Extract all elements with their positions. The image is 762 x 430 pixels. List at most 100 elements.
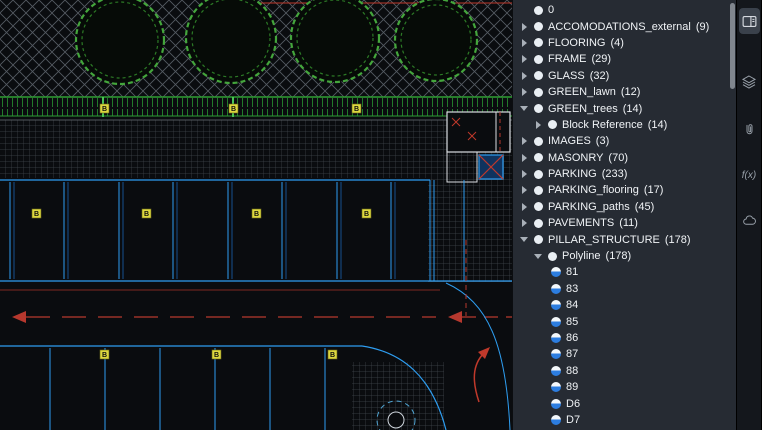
chevron-right-icon[interactable] xyxy=(519,185,529,195)
layer-icon xyxy=(534,235,543,245)
tree-item[interactable]: GLASS (32) xyxy=(513,68,736,84)
tree-item[interactable]: PARKING (233) xyxy=(513,166,736,182)
chevron-down-icon[interactable] xyxy=(533,251,543,261)
tree-item-label: FRAME xyxy=(548,53,587,66)
tree-item[interactable]: Polyline (178) xyxy=(513,248,736,264)
function-icon: f(x) xyxy=(741,170,757,181)
marker-label: B xyxy=(364,211,369,218)
layer-icon xyxy=(534,71,543,81)
tree-item-label: PARKING_paths xyxy=(548,200,630,213)
tree-item[interactable]: GREEN_trees (14) xyxy=(513,100,736,116)
tree-item-label: 81 xyxy=(566,266,579,279)
tree-item-count: (14) xyxy=(622,102,643,115)
tree-item-label: D6 xyxy=(566,397,581,410)
chevron-right-icon[interactable] xyxy=(519,38,529,48)
tree-item[interactable]: Block Reference (14) xyxy=(513,117,736,133)
tree-item[interactable]: 84 xyxy=(513,297,736,313)
layer-tree[interactable]: 0 ACCOMODATIONS_external (9) FLOORING (4) … xyxy=(513,0,736,430)
block-reference-icon xyxy=(548,120,557,130)
tree-item[interactable]: FRAME (29) xyxy=(513,51,736,67)
tree-item-count: (178) xyxy=(605,250,632,263)
tree-item[interactable]: 86 xyxy=(513,330,736,346)
tree-item-label: Block Reference xyxy=(562,118,643,131)
tree-item[interactable]: 81 xyxy=(513,264,736,280)
tree-item-label: 83 xyxy=(566,282,579,295)
tree-item[interactable]: 83 xyxy=(513,281,736,297)
chevron-right-icon[interactable] xyxy=(519,71,529,81)
tree-item[interactable]: 88 xyxy=(513,363,736,379)
tree-item-label: PAVEMENTS xyxy=(548,217,615,230)
tree-item[interactable]: 89 xyxy=(513,379,736,395)
tree-item[interactable]: D7 xyxy=(513,412,736,428)
layer-icon xyxy=(534,136,543,146)
tree-item-label: GLASS xyxy=(548,69,585,82)
cloud-button[interactable] xyxy=(741,213,758,228)
tree-item-label: 87 xyxy=(566,348,579,361)
tree-item[interactable]: PARKING_flooring (17) xyxy=(513,182,736,198)
tree-item-label: 85 xyxy=(566,315,579,328)
tree-item[interactable]: PARKING_paths (45) xyxy=(513,199,736,215)
tree-item[interactable]: IMAGES (3) xyxy=(513,133,736,149)
chevron-down-icon[interactable] xyxy=(519,104,529,114)
tree-item-label: 88 xyxy=(566,364,579,377)
tree-item-label: PARKING_flooring xyxy=(548,184,639,197)
tree-item-count: (9) xyxy=(695,20,710,33)
panel-scrollbar[interactable] xyxy=(730,3,735,89)
tree-item-label: Polyline xyxy=(562,250,601,263)
tree-item-label: FLOORING xyxy=(548,36,606,49)
layer-icon xyxy=(534,202,543,212)
chevron-down-icon[interactable] xyxy=(519,235,529,245)
chevron-right-icon[interactable] xyxy=(519,54,529,64)
cad-viewport[interactable]: B B B B B B B B B B xyxy=(0,0,512,430)
layer-icon xyxy=(534,169,543,179)
marker-label: B xyxy=(144,211,149,218)
layer-icon xyxy=(534,54,543,64)
tree-item[interactable]: PAVEMENTS (11) xyxy=(513,215,736,231)
tree-item[interactable]: 0 xyxy=(513,2,736,18)
chevron-right-icon[interactable] xyxy=(533,120,543,130)
tree-item[interactable]: D6 xyxy=(513,395,736,411)
tree-item-label: GREEN_trees xyxy=(548,102,618,115)
layer-icon xyxy=(534,218,543,228)
tree-item-count: (12) xyxy=(620,86,641,99)
marker-label: B xyxy=(231,106,236,113)
geometry-type-icon xyxy=(548,251,557,261)
chevron-right-icon[interactable] xyxy=(519,202,529,212)
tree-item[interactable]: MASONRY (70) xyxy=(513,150,736,166)
polyline-icon xyxy=(551,333,561,343)
chevron-right-icon[interactable] xyxy=(519,218,529,228)
marker-label: B xyxy=(34,211,39,218)
polyline-icon xyxy=(551,267,561,278)
layer-icon xyxy=(534,87,543,97)
right-toolbar: f(x) xyxy=(736,0,761,430)
chevron-right-icon[interactable] xyxy=(519,136,529,146)
paperclip-icon xyxy=(746,124,752,135)
tree-item[interactable]: FLOORING (4) xyxy=(513,35,736,51)
marker-label: B xyxy=(102,352,107,359)
tree-item[interactable]: GREEN_lawn (12) xyxy=(513,84,736,100)
attachments-button[interactable] xyxy=(742,122,757,138)
app-window: B B B B B B B B B B 0 ACCOMODATIONS_exte… xyxy=(0,0,762,430)
layer-icon xyxy=(534,104,543,114)
chevron-icon xyxy=(519,5,529,15)
chevron-right-icon[interactable] xyxy=(519,169,529,179)
tree-item-label: MASONRY xyxy=(548,151,604,164)
layers-panel: 0 ACCOMODATIONS_external (9) FLOORING (4) … xyxy=(512,0,736,430)
tree-item[interactable]: ACCOMODATIONS_external (9) xyxy=(513,18,736,34)
tree-item-count: (233) xyxy=(601,168,628,181)
layers-icon xyxy=(741,75,757,89)
tree-item-count: (70) xyxy=(608,151,628,164)
layer-icon xyxy=(534,22,543,32)
chevron-right-icon[interactable] xyxy=(519,153,529,163)
chevron-right-icon[interactable] xyxy=(519,87,529,97)
tree-item[interactable]: 85 xyxy=(513,313,736,329)
layer-icon xyxy=(534,38,543,48)
tree-item-count: (45) xyxy=(634,200,655,213)
model-browser-button[interactable] xyxy=(738,8,760,34)
layers-button[interactable] xyxy=(741,74,757,90)
properties-function-button[interactable]: f(x) xyxy=(742,170,756,181)
chevron-right-icon[interactable] xyxy=(519,22,529,32)
tree-item[interactable]: 87 xyxy=(513,346,736,362)
tree-item-label: PILLAR_STRUCTURE xyxy=(548,233,660,246)
tree-item[interactable]: PILLAR_STRUCTURE (178) xyxy=(513,231,736,247)
